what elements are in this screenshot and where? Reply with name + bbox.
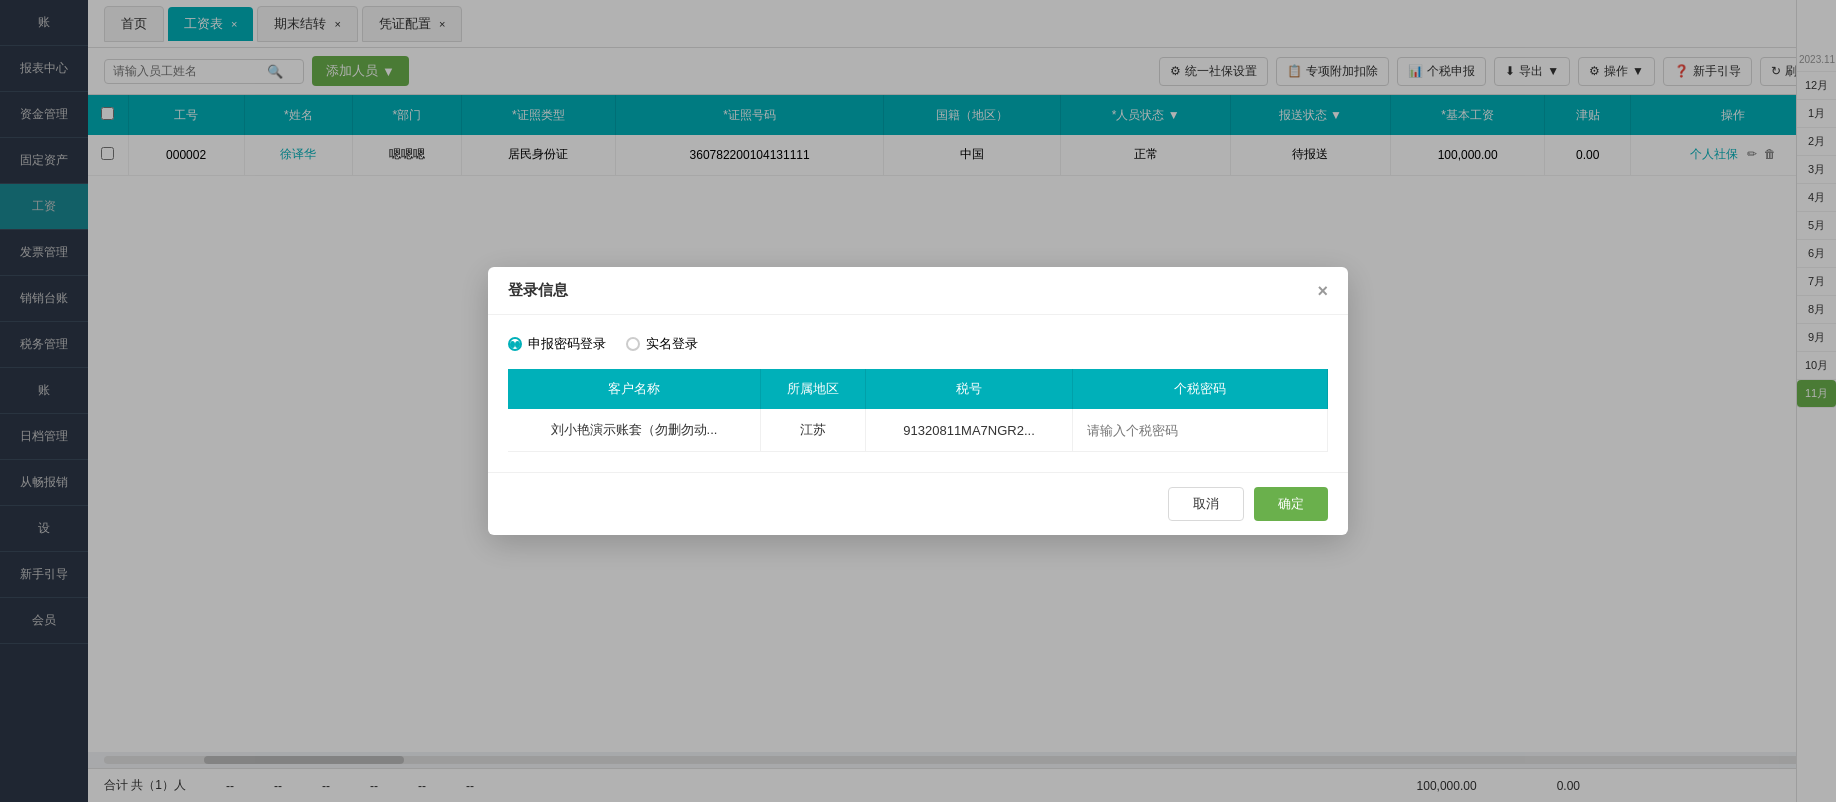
confirm-button[interactable]: 确定 (1254, 487, 1328, 521)
dialog-body: 申报密码登录 实名登录 客户名称 所属地区 税号 个税密码 (488, 315, 1348, 472)
cancel-button[interactable]: 取消 (1168, 487, 1244, 521)
password-input[interactable] (1087, 423, 1313, 438)
login-method-radio-group: 申报密码登录 实名登录 (508, 335, 1328, 353)
dialog-title: 登录信息 (508, 281, 568, 300)
dialog-header: 登录信息 × (488, 267, 1348, 315)
inner-table-row: 刘小艳演示账套（勿删勿动... 江苏 91320811MA7NGR2... (508, 409, 1328, 452)
inner-col-password: 个税密码 (1073, 369, 1328, 409)
radio-password-login[interactable]: 申报密码登录 (508, 335, 606, 353)
inner-col-tax: 税号 (865, 369, 1073, 409)
inner-cell-tax: 91320811MA7NGR2... (865, 409, 1073, 452)
login-dialog: 登录信息 × 申报密码登录 实名登录 客户名称 (488, 267, 1348, 535)
radio-password-circle (508, 337, 522, 351)
dialog-close-icon[interactable]: × (1317, 282, 1328, 300)
dialog-footer: 取消 确定 (488, 472, 1348, 535)
radio-realname-circle (626, 337, 640, 351)
inner-col-client: 客户名称 (508, 369, 761, 409)
inner-cell-password[interactable] (1073, 409, 1328, 452)
dialog-overlay: 登录信息 × 申报密码登录 实名登录 客户名称 (0, 0, 1836, 802)
inner-col-region: 所属地区 (761, 369, 866, 409)
inner-cell-client: 刘小艳演示账套（勿删勿动... (508, 409, 761, 452)
radio-realname-login[interactable]: 实名登录 (626, 335, 698, 353)
login-info-table: 客户名称 所属地区 税号 个税密码 刘小艳演示账套（勿删勿动... 江苏 913… (508, 369, 1328, 452)
inner-cell-region: 江苏 (761, 409, 866, 452)
